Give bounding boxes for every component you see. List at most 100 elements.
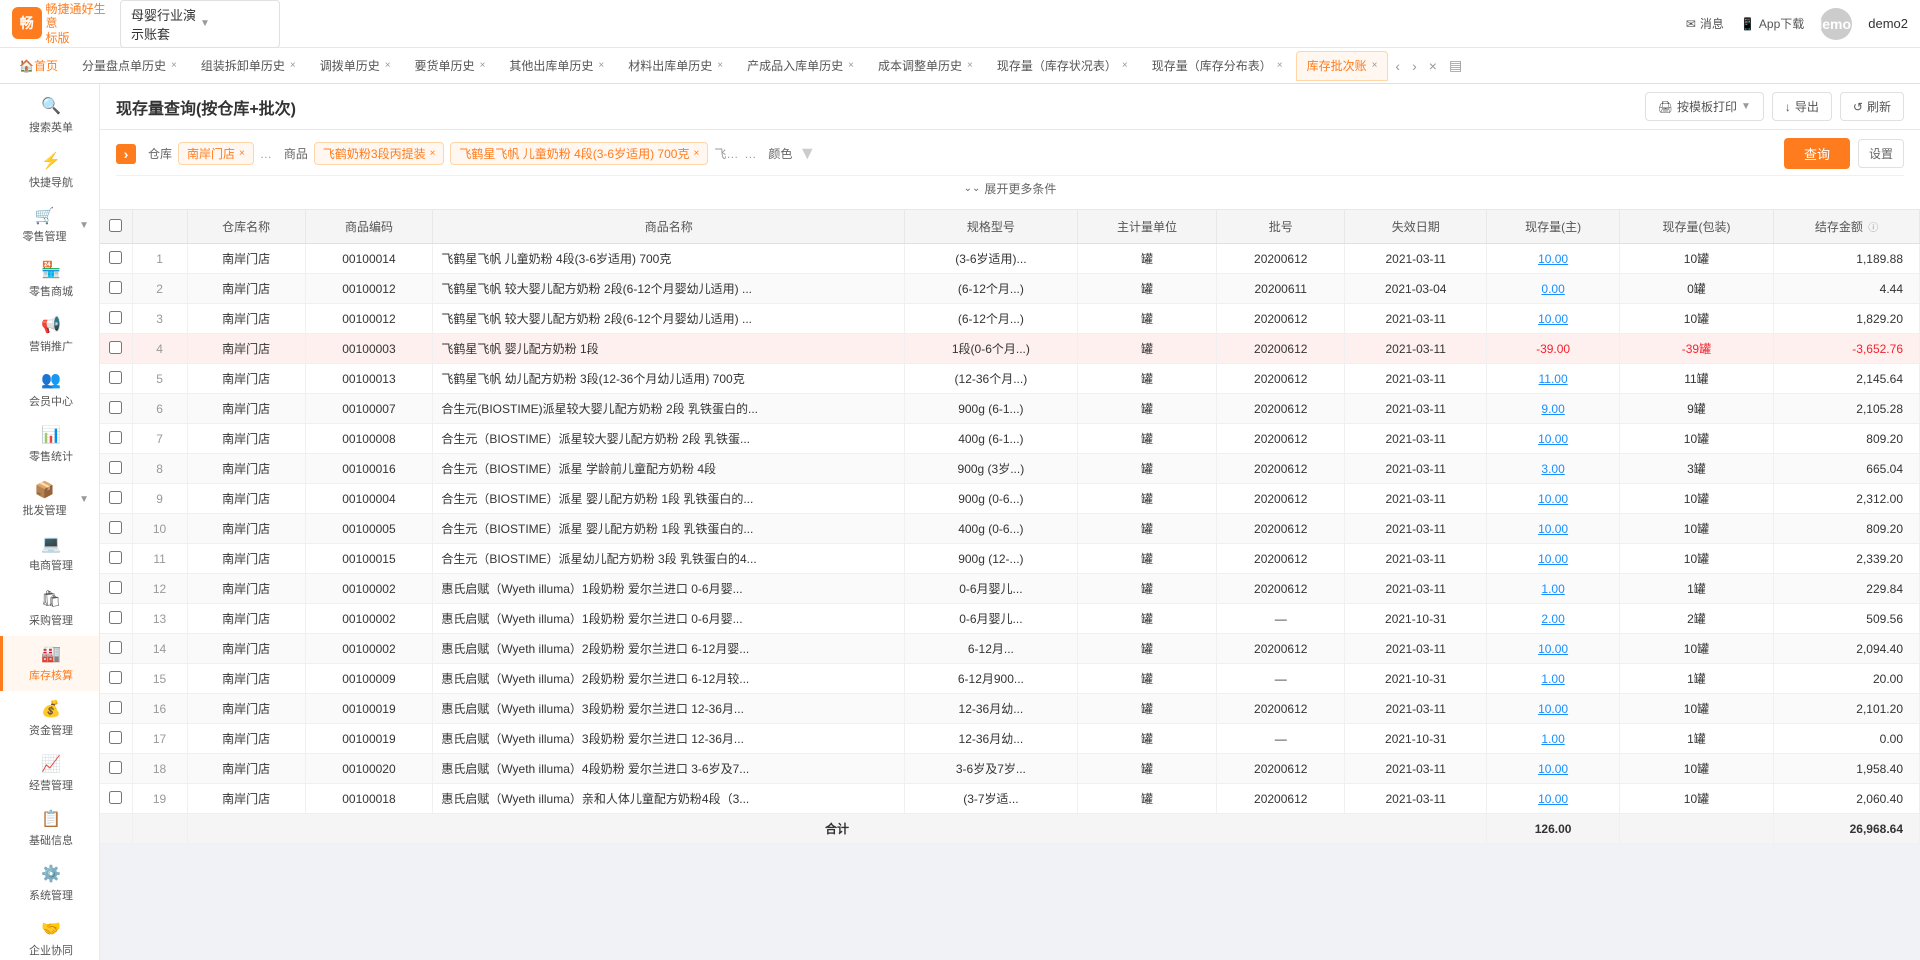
row-qty-main[interactable]: 0.00: [1487, 274, 1619, 304]
row-checkbox-cell[interactable]: [100, 364, 132, 394]
tab-close[interactable]: ×: [1372, 60, 1378, 71]
product-filter-tag-1[interactable]: 飞鹤奶粉3段丙提装 ×: [314, 142, 445, 165]
row-checkbox-cell[interactable]: [100, 724, 132, 754]
sidebar-item-retail-mgmt[interactable]: 🛒 零售管理 ▼: [0, 198, 99, 252]
tab-close[interactable]: ×: [385, 60, 391, 71]
product-more2[interactable]: …: [744, 147, 756, 161]
sidebar-item-retail-mall[interactable]: 🏪 零售商城: [0, 252, 99, 307]
print-btn[interactable]: 🖨 按模板打印 ▼: [1645, 92, 1764, 121]
col-spec[interactable]: 规格型号: [905, 210, 1077, 244]
row-qty-main[interactable]: 1.00: [1487, 664, 1619, 694]
row-checkbox-cell[interactable]: [100, 394, 132, 424]
product-tag-close-1[interactable]: ×: [430, 148, 436, 159]
row-qty-main[interactable]: 10.00: [1487, 244, 1619, 274]
row-qty-main[interactable]: 1.00: [1487, 574, 1619, 604]
select-all-checkbox[interactable]: [109, 219, 122, 232]
export-btn[interactable]: ↓ 导出: [1772, 92, 1832, 121]
row-qty-main[interactable]: 11.00: [1487, 364, 1619, 394]
sidebar-item-system[interactable]: ⚙️ 系统管理: [0, 856, 99, 911]
row-qty-main[interactable]: 2.00: [1487, 604, 1619, 634]
row-qty-main[interactable]: 10.00: [1487, 754, 1619, 784]
row-checkbox-cell[interactable]: [100, 664, 132, 694]
tab-close[interactable]: ×: [967, 60, 973, 71]
app-download-btn[interactable]: 📱 App下载: [1740, 15, 1804, 32]
product-tag-close-2[interactable]: ×: [693, 148, 699, 159]
warehouse-tag-close[interactable]: ×: [239, 148, 245, 159]
tab-close[interactable]: ×: [598, 60, 604, 71]
row-checkbox-cell[interactable]: [100, 244, 132, 274]
row-checkbox-cell[interactable]: [100, 454, 132, 484]
row-qty-main[interactable]: 1.00: [1487, 724, 1619, 754]
tab-qi-ta[interactable]: 其他出库单历史 ×: [498, 51, 615, 81]
tab-xian-cun-fen[interactable]: 现存量（库存分布表） ×: [1141, 51, 1294, 81]
col-qty-pack[interactable]: 现存量(包装): [1619, 210, 1773, 244]
col-check[interactable]: [100, 210, 132, 244]
row-checkbox-cell[interactable]: [100, 334, 132, 364]
warehouse-filter-tag[interactable]: 南岸门店 ×: [178, 142, 254, 165]
row-checkbox[interactable]: [109, 371, 122, 384]
row-checkbox[interactable]: [109, 491, 122, 504]
row-qty-main[interactable]: 10.00: [1487, 694, 1619, 724]
tab-menu[interactable]: ▤: [1444, 55, 1467, 76]
col-unit[interactable]: 主计量单位: [1077, 210, 1217, 244]
warehouse-more[interactable]: …: [260, 147, 272, 161]
row-checkbox[interactable]: [109, 251, 122, 264]
tab-close[interactable]: ×: [848, 60, 854, 71]
sidebar-item-search[interactable]: 🔍 搜索英单: [0, 88, 99, 143]
row-qty-main[interactable]: -39.00: [1487, 334, 1619, 364]
row-checkbox[interactable]: [109, 461, 122, 474]
tab-cai-liao[interactable]: 材料出库单历史 ×: [617, 51, 734, 81]
product-more[interactable]: 飞…: [714, 145, 738, 162]
user-name[interactable]: demo2: [1868, 16, 1908, 31]
sidebar-item-wholesale[interactable]: 📦 批发管理 ▼: [0, 472, 99, 526]
tab-yao-huo[interactable]: 要货单历史 ×: [404, 51, 497, 81]
settings-btn[interactable]: 设置: [1858, 139, 1904, 168]
row-qty-main[interactable]: 10.00: [1487, 784, 1619, 814]
tab-zu-chai[interactable]: 组装拆卸单历史 ×: [190, 51, 307, 81]
tab-xian-cun-zhuang[interactable]: 现存量（库存状况表） ×: [986, 51, 1139, 81]
row-checkbox-cell[interactable]: [100, 424, 132, 454]
row-qty-main[interactable]: 10.00: [1487, 484, 1619, 514]
row-checkbox[interactable]: [109, 701, 122, 714]
expand-conditions-btn[interactable]: ⌄⌄ 展开更多条件: [116, 175, 1904, 201]
row-checkbox-cell[interactable]: [100, 754, 132, 784]
row-checkbox[interactable]: [109, 401, 122, 414]
row-checkbox-cell[interactable]: [100, 484, 132, 514]
sidebar-item-retail-stats[interactable]: 📊 零售统计: [0, 417, 99, 472]
row-checkbox[interactable]: [109, 311, 122, 324]
refresh-btn[interactable]: ↺ 刷新: [1840, 92, 1904, 121]
col-warehouse[interactable]: 仓库名称: [187, 210, 305, 244]
sidebar-item-marketing[interactable]: 📢 营销推广: [0, 307, 99, 362]
tab-close[interactable]: ×: [1122, 60, 1128, 71]
row-checkbox[interactable]: [109, 671, 122, 684]
sidebar-item-quicknav[interactable]: ⚡ 快捷导航: [0, 143, 99, 198]
row-checkbox[interactable]: [109, 761, 122, 774]
tab-fen-pan[interactable]: 分量盘点单历史 ×: [71, 51, 188, 81]
tab-close[interactable]: ×: [290, 60, 296, 71]
workspace-selector[interactable]: 母婴行业演示账套 ▼: [120, 0, 280, 48]
sidebar-item-warehouse[interactable]: 🏭 库存核算: [0, 636, 99, 691]
row-checkbox-cell[interactable]: [100, 304, 132, 334]
row-checkbox[interactable]: [109, 641, 122, 654]
row-qty-main[interactable]: 10.00: [1487, 304, 1619, 334]
sidebar-item-operation[interactable]: 📈 经营管理: [0, 746, 99, 801]
col-qty-main[interactable]: 现存量(主): [1487, 210, 1619, 244]
tab-diao-bo[interactable]: 调拨单历史 ×: [309, 51, 402, 81]
row-checkbox-cell[interactable]: [100, 604, 132, 634]
sidebar-item-finance[interactable]: 💰 资金管理: [0, 691, 99, 746]
tab-close[interactable]: ×: [717, 60, 723, 71]
row-checkbox[interactable]: [109, 551, 122, 564]
tab-close[interactable]: ×: [480, 60, 486, 71]
row-checkbox[interactable]: [109, 611, 122, 624]
col-name[interactable]: 商品名称: [433, 210, 905, 244]
row-checkbox-cell[interactable]: [100, 274, 132, 304]
balance-info-icon[interactable]: ⓘ: [1868, 223, 1878, 234]
sidebar-item-basic[interactable]: 📋 基础信息: [0, 801, 99, 856]
row-checkbox-cell[interactable]: [100, 784, 132, 814]
tab-chan-pin[interactable]: 产成品入库单历史 ×: [736, 51, 865, 81]
product-filter-tag-2[interactable]: 飞鹤星飞帆 儿童奶粉 4段(3-6岁适用) 700克 ×: [450, 142, 708, 165]
tab-close[interactable]: ×: [1277, 60, 1283, 71]
row-checkbox[interactable]: [109, 791, 122, 804]
sidebar-item-purchase[interactable]: 🛍 采购管理: [0, 581, 99, 636]
row-checkbox-cell[interactable]: [100, 574, 132, 604]
